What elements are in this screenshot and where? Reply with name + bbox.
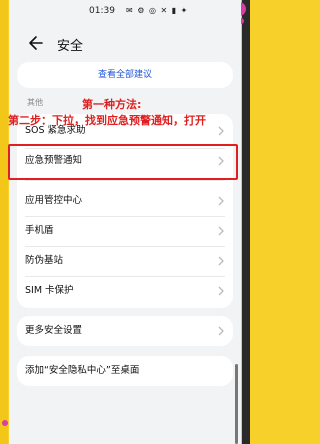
list-item-label: 防伪基站 [25, 255, 64, 266]
more-settings-card: 更多安全设置 [17, 316, 233, 346]
status-icons: ✉ ⚙ ◎ ✕ ▮ ✦ [126, 6, 189, 15]
instruction-step: 第二步：下拉，找到应急预警通知，打开 [8, 114, 206, 127]
chevron-right-icon [218, 126, 224, 136]
list-item-app-control[interactable]: 应用管控中心 [17, 186, 233, 216]
view-all-suggestions-link[interactable]: 查看全部建议 [17, 62, 233, 88]
list-item-label: SIM 卡保护 [25, 285, 74, 296]
chevron-right-icon [218, 226, 224, 236]
list-item-label: 添加“安全隐私中心”至桌面 [25, 365, 140, 376]
list-item-fake-base-station[interactable]: 防伪基站 [17, 246, 233, 276]
status-bar: 01:39 ✉ ⚙ ◎ ✕ ▮ ✦ [9, 0, 241, 20]
highlight-box [8, 144, 238, 180]
decor-dot [2, 420, 8, 426]
section-label-other: 其他 [27, 98, 43, 107]
instruction-title: 第一种方法: [82, 98, 142, 111]
back-arrow-icon[interactable] [27, 34, 43, 52]
phone-screen: 01:39 ✉ ⚙ ◎ ✕ ▮ ✦ 安全 查看全部建议 其他 SOS 紧急求助 … [9, 0, 241, 444]
background-strip-left [0, 0, 8, 444]
list-item-label: 手机盾 [25, 225, 54, 236]
divider [25, 180, 225, 181]
chevron-right-icon [218, 286, 224, 296]
more-security-settings-item[interactable]: 更多安全设置 [17, 316, 233, 346]
page-header: 安全 [9, 30, 241, 60]
list-item-label: 应用管控中心 [25, 195, 83, 206]
chevron-right-icon [218, 196, 224, 206]
chevron-right-icon [218, 256, 224, 266]
list-item-phone-shield[interactable]: 手机盾 [17, 216, 233, 246]
page-title: 安全 [57, 39, 84, 54]
status-time: 01:39 [89, 6, 115, 16]
scrollbar[interactable] [235, 364, 238, 444]
list-item-label: 更多安全设置 [25, 325, 83, 336]
suggestions-card: 查看全部建议 [17, 62, 233, 88]
chevron-right-icon [218, 326, 224, 336]
background-strip-right [242, 0, 250, 444]
add-to-desktop-card: 添加“安全隐私中心”至桌面 [17, 356, 233, 386]
add-to-desktop-item[interactable]: 添加“安全隐私中心”至桌面 [17, 356, 233, 386]
list-item-sim-protection[interactable]: SIM 卡保护 [17, 276, 233, 306]
